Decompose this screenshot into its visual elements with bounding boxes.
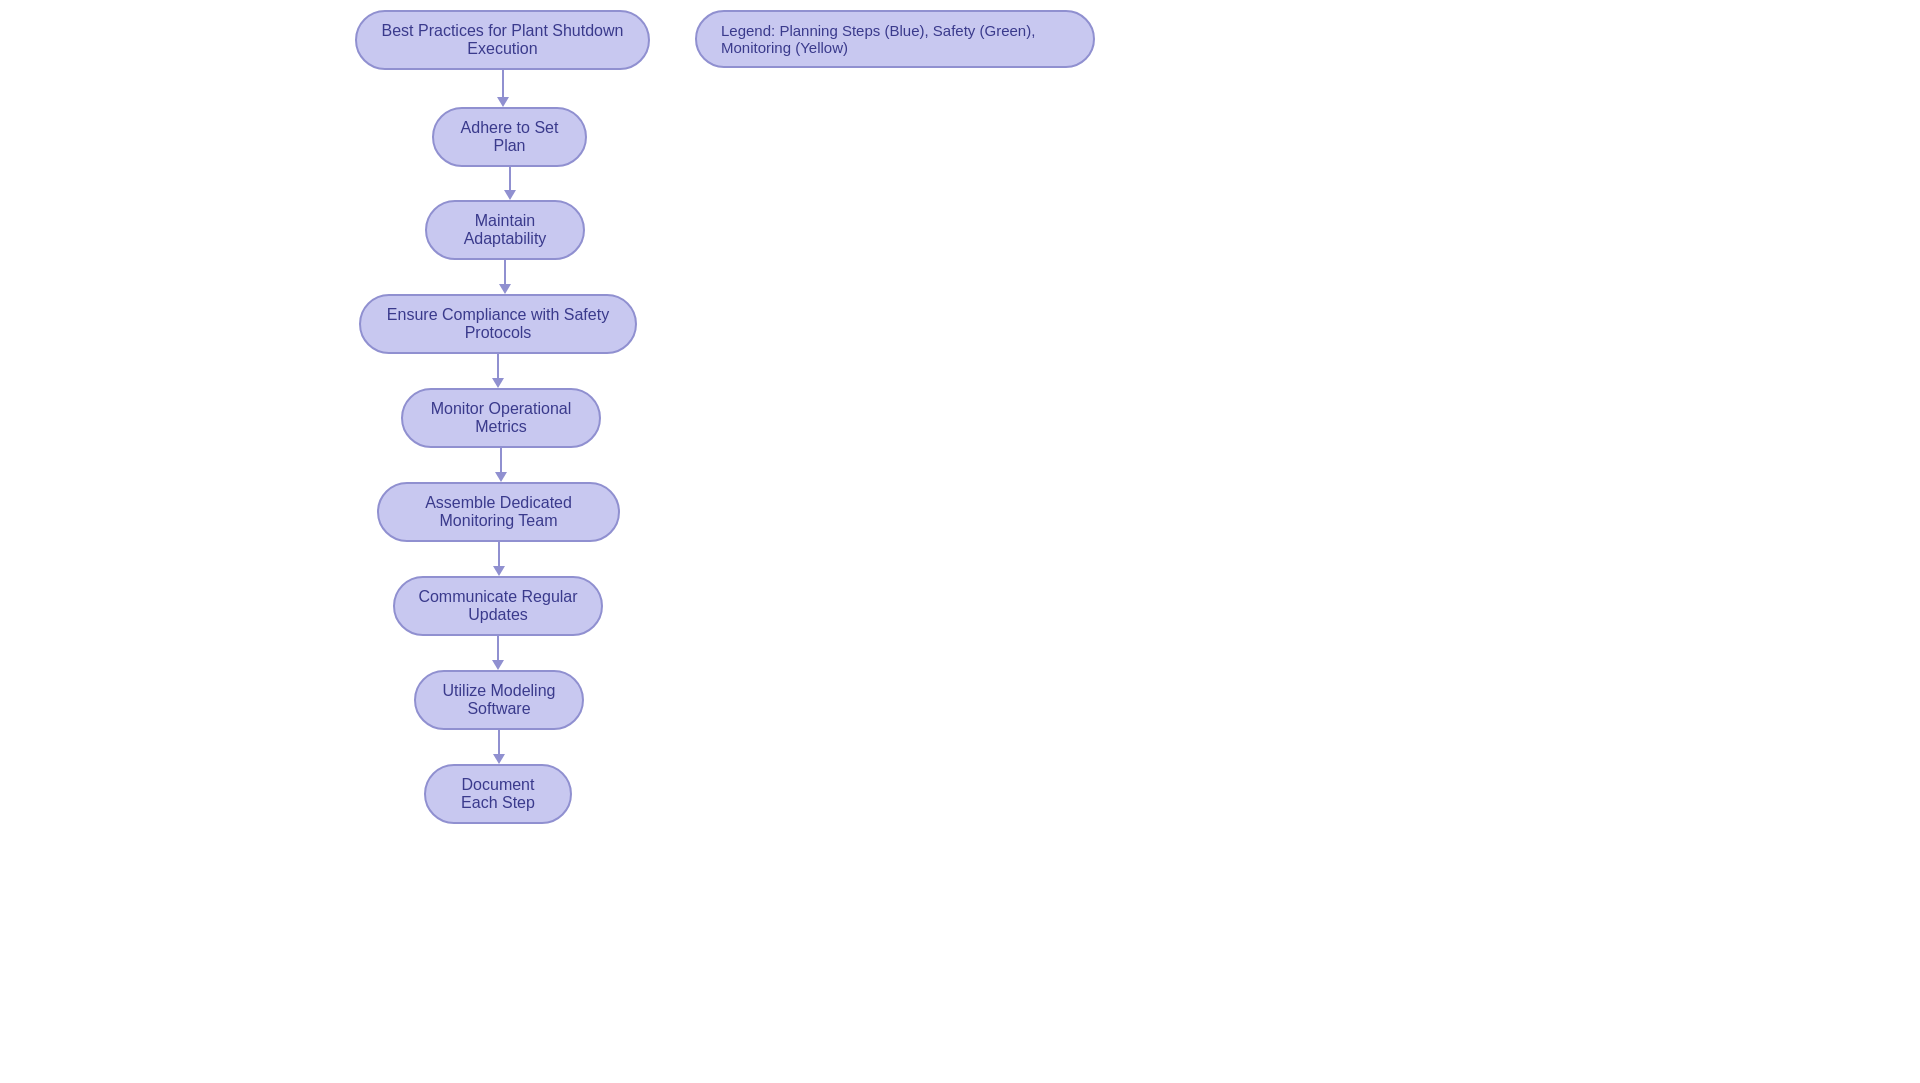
arrow-head-c1 [497, 97, 509, 107]
arrow-head-c6 [493, 566, 505, 576]
diagram-container: Legend: Planning Steps (Blue), Safety (G… [0, 0, 1920, 1083]
arrow-head-c5 [495, 472, 507, 482]
node-communicate[interactable]: Communicate Regular Updates [393, 576, 603, 636]
node-maintain[interactable]: Maintain Adaptability [425, 200, 585, 260]
node-utilize[interactable]: Utilize Modeling Software [414, 670, 584, 730]
node-title[interactable]: Best Practices for Plant Shutdown Execut… [355, 10, 650, 70]
arrow-head-c2 [504, 190, 516, 200]
arrow-head-c4 [492, 378, 504, 388]
node-assemble[interactable]: Assemble Dedicated Monitoring Team [377, 482, 620, 542]
node-adhere[interactable]: Adhere to Set Plan [432, 107, 587, 167]
arrow-head-c3 [499, 284, 511, 294]
legend-box: Legend: Planning Steps (Blue), Safety (G… [695, 10, 1095, 68]
node-ensure[interactable]: Ensure Compliance with Safety Protocols [359, 294, 637, 354]
node-monitor[interactable]: Monitor Operational Metrics [401, 388, 601, 448]
arrow-head-c8 [493, 754, 505, 764]
arrow-head-c7 [492, 660, 504, 670]
node-document[interactable]: Document Each Step [424, 764, 572, 824]
